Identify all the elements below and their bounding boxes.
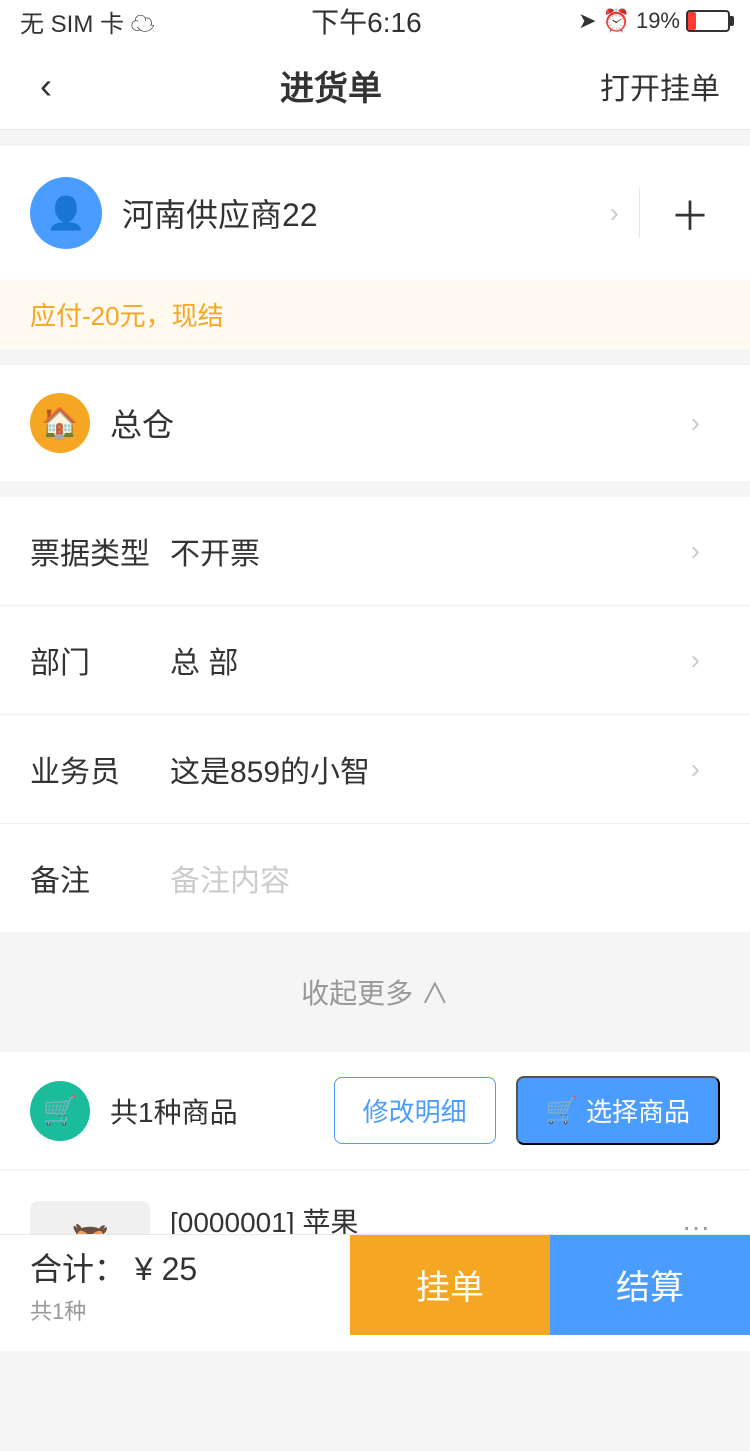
- sim-signal: 无 SIM 卡 ☁: [20, 4, 155, 39]
- status-left: 无 SIM 卡 ☁: [20, 4, 155, 39]
- back-button[interactable]: ‹: [30, 55, 62, 117]
- spacer2: [0, 1036, 750, 1052]
- status-time: 下午6:16: [311, 1, 422, 41]
- nav-bar: ‹ 进货单 打开挂单: [0, 42, 750, 130]
- hang-button[interactable]: 挂单: [350, 1235, 550, 1335]
- select-product-label: 选择商品: [586, 1092, 690, 1129]
- salesman-row[interactable]: 业务员 这是859的小智 ›: [0, 715, 750, 824]
- warehouse-section: 🏠 总仓 ›: [0, 365, 750, 481]
- page-title: 进货单: [280, 61, 382, 110]
- warehouse-row[interactable]: 🏠 总仓 ›: [0, 365, 750, 481]
- bottom-spacer: [0, 1351, 750, 1451]
- cart-icon: 🛒: [546, 1095, 578, 1126]
- warehouse-name: 总仓: [110, 400, 691, 446]
- battery-icon: [686, 10, 730, 32]
- spacer1: [0, 130, 750, 146]
- total-count: 共1种: [30, 1294, 320, 1326]
- open-hang-button[interactable]: 打开挂单: [600, 64, 720, 108]
- supplier-name: 河南供应商22: [122, 190, 610, 236]
- warehouse-icon-inner: 🏠: [41, 406, 78, 441]
- warehouse-chevron-icon: ›: [691, 407, 700, 439]
- products-count: 共1种商品: [110, 1091, 314, 1131]
- dept-value: 总 部: [170, 638, 691, 682]
- add-supplier-button[interactable]: ＋: [660, 174, 720, 252]
- bottom-bar: 合计： ¥ 25 共1种 挂单 结算: [0, 1234, 750, 1334]
- remark-label: 备注: [30, 856, 150, 900]
- invoice-label: 票据类型: [30, 529, 150, 573]
- supplier-row[interactable]: 👤 河南供应商22 › ＋: [0, 146, 750, 280]
- remark-input[interactable]: 备注内容: [170, 856, 720, 900]
- avatar-icon: 👤: [46, 194, 86, 232]
- supplier-divider: [639, 188, 640, 238]
- salesman-label: 业务员: [30, 747, 150, 791]
- supplier-section: 👤 河南供应商22 › ＋ 应付-20元，现结: [0, 146, 750, 349]
- salesman-chevron-icon: ›: [691, 753, 700, 785]
- edit-detail-button[interactable]: 修改明细: [334, 1077, 496, 1144]
- checkout-button[interactable]: 结算: [550, 1235, 750, 1335]
- supplier-avatar: 👤: [30, 177, 102, 249]
- status-right: ➤ ⏰ 19%: [578, 8, 730, 34]
- collapse-more-button[interactable]: 收起更多 ∧: [0, 948, 750, 1036]
- products-icon: 🛒: [30, 1081, 90, 1141]
- form-section: 票据类型 不开票 › 部门 总 部 › 业务员 这是859的小智 › 备注 备注…: [0, 497, 750, 932]
- alarm-icon: ⏰: [603, 8, 630, 34]
- products-header: 🛒 共1种商品 修改明细 🛒 选择商品: [0, 1052, 750, 1169]
- dept-label: 部门: [30, 638, 150, 682]
- battery-percent: 19%: [636, 8, 680, 34]
- notice-bar: 应付-20元，现结: [0, 280, 750, 349]
- invoice-row[interactable]: 票据类型 不开票 ›: [0, 497, 750, 606]
- invoice-value: 不开票: [170, 529, 691, 573]
- status-bar: 无 SIM 卡 ☁ 下午6:16 ➤ ⏰ 19%: [0, 0, 750, 42]
- warehouse-icon: 🏠: [30, 393, 90, 453]
- location-icon: ➤: [578, 8, 596, 34]
- total-amount: 合计： ¥ 25: [30, 1244, 320, 1290]
- total-section: 合计： ¥ 25 共1种: [0, 1244, 350, 1326]
- supplier-chevron-icon: ›: [610, 197, 619, 229]
- dept-chevron-icon: ›: [691, 644, 700, 676]
- products-icon-inner: 🛒: [43, 1094, 78, 1127]
- total-label: 合计：: [30, 1251, 126, 1287]
- invoice-chevron-icon: ›: [691, 535, 700, 567]
- remark-row[interactable]: 备注 备注内容: [0, 824, 750, 932]
- salesman-value: 这是859的小智: [170, 747, 691, 791]
- total-value: ¥ 25: [135, 1251, 197, 1287]
- dept-row[interactable]: 部门 总 部 ›: [0, 606, 750, 715]
- select-product-button[interactable]: 🛒 选择商品: [516, 1076, 720, 1145]
